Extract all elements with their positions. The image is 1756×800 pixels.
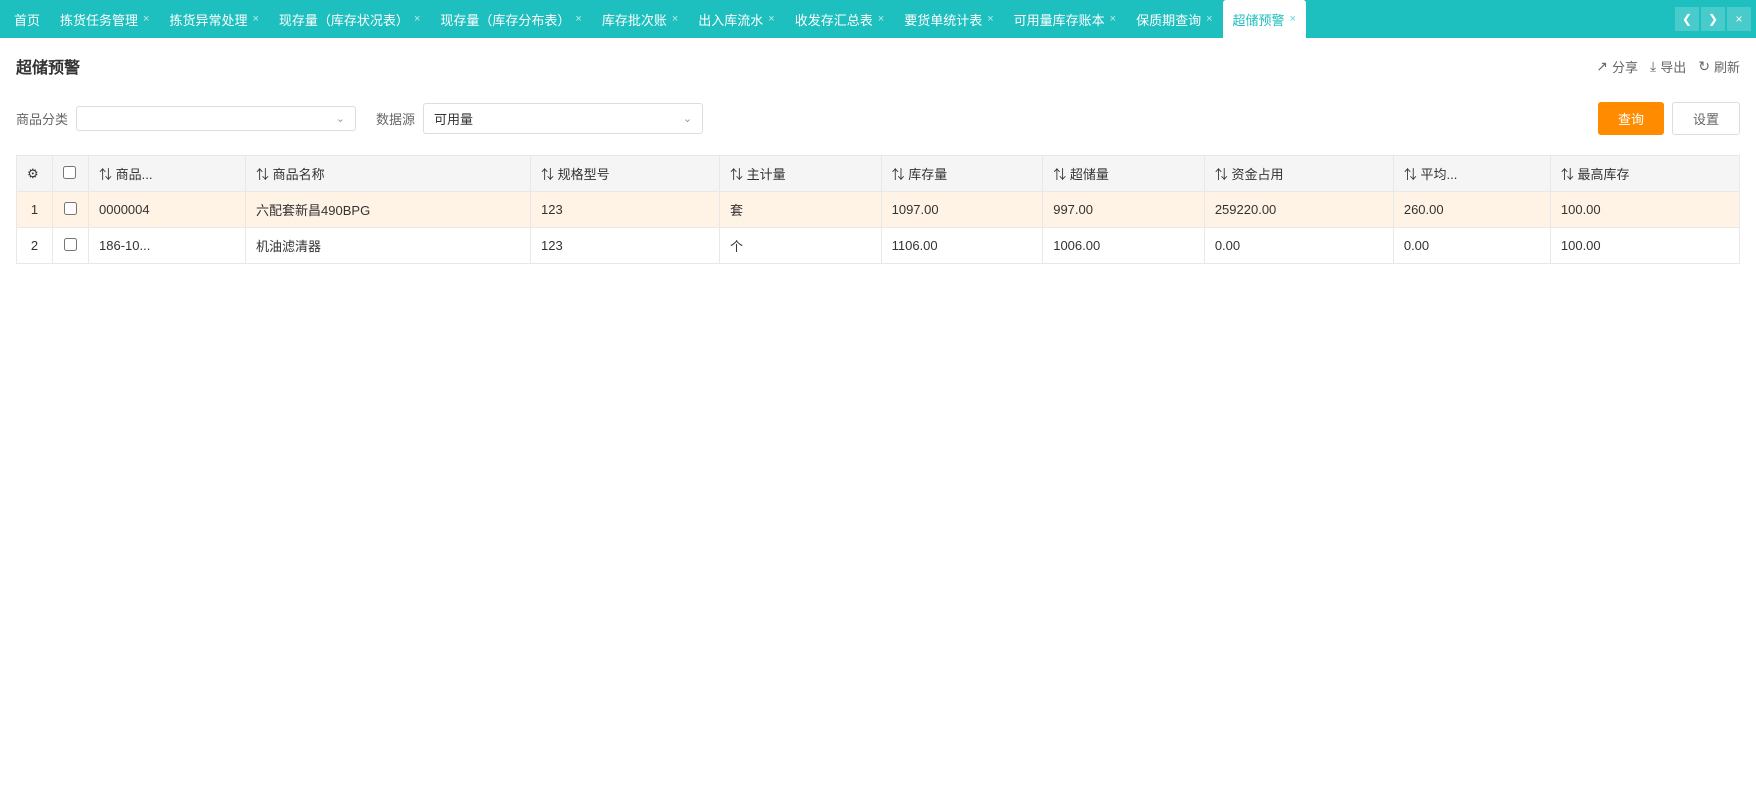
row-over-qty-0: 997.00 — [1043, 192, 1205, 228]
th-product-code[interactable]: ⇅ 商品... — [89, 156, 246, 192]
datasource-select[interactable]: 可用量 ⌄ — [423, 103, 703, 134]
row-spec-1: 123 — [530, 228, 719, 264]
category-label: 商品分类 — [16, 109, 68, 128]
row-unit-0: 套 — [720, 192, 882, 228]
nav-available-account[interactable]: 可用量库存账本 × — [1004, 0, 1126, 38]
close-tab-order[interactable]: × — [987, 13, 993, 25]
nav-inout-flow[interactable]: 出入库流水 × — [688, 0, 784, 38]
query-button[interactable]: 查询 — [1598, 102, 1664, 135]
nav-overstock-warning[interactable]: 超储预警 × — [1223, 0, 1306, 38]
close-tab-exception[interactable]: × — [252, 13, 258, 25]
row-max-stock-1: 100.00 — [1550, 228, 1739, 264]
export-button[interactable]: ⤓ 导出 — [1650, 57, 1686, 76]
refresh-button[interactable]: ↻ 刷新 — [1698, 57, 1740, 76]
datasource-filter-group: 数据源 可用量 ⌄ — [376, 103, 703, 134]
th-avg[interactable]: ⇅ 平均... — [1393, 156, 1550, 192]
row-product-code-1: 186-10... — [89, 228, 246, 264]
th-settings[interactable]: ⚙ — [17, 156, 53, 192]
export-icon: ⤓ — [1650, 58, 1656, 75]
row-over-qty-1: 1006.00 — [1043, 228, 1205, 264]
top-navigation: 首页 拣货任务管理 × 拣货异常处理 × 现存量（库存状况表） × 现存量（库存… — [0, 0, 1756, 38]
page-content: 超储预警 ↗ 分享 ⤓ 导出 ↻ 刷新 商品分类 ⌄ 数据源 — [0, 38, 1756, 800]
datasource-label: 数据源 — [376, 109, 415, 128]
nav-expiry-query[interactable]: 保质期查询 × — [1126, 0, 1222, 38]
th-product-name[interactable]: ⇅ 商品名称 — [246, 156, 531, 192]
select-all-checkbox[interactable] — [63, 166, 76, 179]
nav-batch-account[interactable]: 库存批次账 × — [592, 0, 688, 38]
header-actions: ↗ 分享 ⤓ 导出 ↻ 刷新 — [1596, 57, 1740, 76]
close-tab-task[interactable]: × — [143, 13, 149, 25]
row-checkbox-0[interactable] — [64, 202, 77, 215]
row-checkbox-cell-1[interactable] — [53, 228, 89, 264]
nav-task-management[interactable]: 拣货任务管理 × — [50, 0, 159, 38]
category-chevron-icon: ⌄ — [336, 112, 345, 125]
row-checkbox-1[interactable] — [64, 238, 77, 251]
share-button[interactable]: ↗ 分享 — [1596, 57, 1638, 76]
nav-scroll-left[interactable]: ❮ — [1675, 7, 1699, 31]
th-spec[interactable]: ⇅ 规格型号 — [530, 156, 719, 192]
close-tab-summary[interactable]: × — [878, 13, 884, 25]
th-stock-qty[interactable]: ⇅ 库存量 — [881, 156, 1043, 192]
datasource-value: 可用量 — [434, 109, 473, 128]
row-max-stock-0: 100.00 — [1550, 192, 1739, 228]
row-checkbox-cell-0[interactable] — [53, 192, 89, 228]
row-num-1: 2 — [17, 228, 53, 264]
row-spec-0: 123 — [530, 192, 719, 228]
row-unit-1: 个 — [720, 228, 882, 264]
close-tab-inv-dist[interactable]: × — [575, 13, 581, 25]
row-avg-1: 0.00 — [1393, 228, 1550, 264]
settings-gear-icon: ⚙ — [27, 166, 39, 181]
th-max-stock[interactable]: ⇅ 最高库存 — [1550, 156, 1739, 192]
table-row: 1 0000004 六配套新昌490BPG 123 套 1097.00 997.… — [17, 192, 1740, 228]
nav-inventory-status[interactable]: 现存量（库存状况表） × — [269, 0, 430, 38]
category-filter-group: 商品分类 ⌄ — [16, 106, 356, 131]
close-tab-available[interactable]: × — [1110, 13, 1116, 25]
close-tab-overstock[interactable]: × — [1290, 13, 1296, 25]
filter-row: 商品分类 ⌄ 数据源 可用量 ⌄ 查询 设置 — [16, 94, 1740, 143]
row-stock-qty-0: 1097.00 — [881, 192, 1043, 228]
nav-close-all[interactable]: × — [1727, 7, 1751, 31]
table-row: 2 186-10... 机油滤清器 123 个 1106.00 1006.00 … — [17, 228, 1740, 264]
refresh-icon: ↻ — [1698, 58, 1710, 75]
th-over-qty[interactable]: ⇅ 超储量 — [1043, 156, 1205, 192]
nav-exception-handling[interactable]: 拣货异常处理 × — [159, 0, 268, 38]
data-table: ⚙ ⇅ 商品... ⇅ 商品名称 ⇅ 规格型号 ⇅ — [16, 155, 1740, 264]
nav-inventory-dist[interactable]: 现存量（库存分布表） × — [430, 0, 591, 38]
row-product-name-0: 六配套新昌490BPG — [246, 192, 531, 228]
row-avg-0: 260.00 — [1393, 192, 1550, 228]
row-capital-usage-0: 259220.00 — [1204, 192, 1393, 228]
row-product-name-1: 机油滤清器 — [246, 228, 531, 264]
filter-actions: 查询 设置 — [1598, 102, 1740, 135]
row-stock-qty-1: 1106.00 — [881, 228, 1043, 264]
nav-summary[interactable]: 收发存汇总表 × — [785, 0, 894, 38]
row-product-code-0: 0000004 — [89, 192, 246, 228]
share-icon: ↗ — [1596, 58, 1608, 75]
table-header-row: ⚙ ⇅ 商品... ⇅ 商品名称 ⇅ 规格型号 ⇅ — [17, 156, 1740, 192]
row-num-0: 1 — [17, 192, 53, 228]
close-tab-batch[interactable]: × — [672, 13, 678, 25]
close-tab-inv-status[interactable]: × — [414, 13, 420, 25]
page-title: 超储预警 — [16, 54, 80, 78]
close-tab-flow[interactable]: × — [768, 13, 774, 25]
nav-scroll-right[interactable]: ❯ — [1701, 7, 1725, 31]
nav-order-stats[interactable]: 要货单统计表 × — [894, 0, 1003, 38]
close-tab-expiry[interactable]: × — [1206, 13, 1212, 25]
datasource-chevron-icon: ⌄ — [683, 112, 692, 125]
row-capital-usage-1: 0.00 — [1204, 228, 1393, 264]
nav-home[interactable]: 首页 — [4, 0, 50, 38]
th-capital-usage[interactable]: ⇅ 资金占用 — [1204, 156, 1393, 192]
settings-button[interactable]: 设置 — [1672, 102, 1740, 135]
th-checkbox[interactable] — [53, 156, 89, 192]
th-unit[interactable]: ⇅ 主计量 — [720, 156, 882, 192]
nav-scroll-controls: ❮ ❯ × — [1674, 7, 1752, 31]
page-header: 超储预警 ↗ 分享 ⤓ 导出 ↻ 刷新 — [16, 54, 1740, 78]
category-select[interactable]: ⌄ — [76, 106, 356, 131]
